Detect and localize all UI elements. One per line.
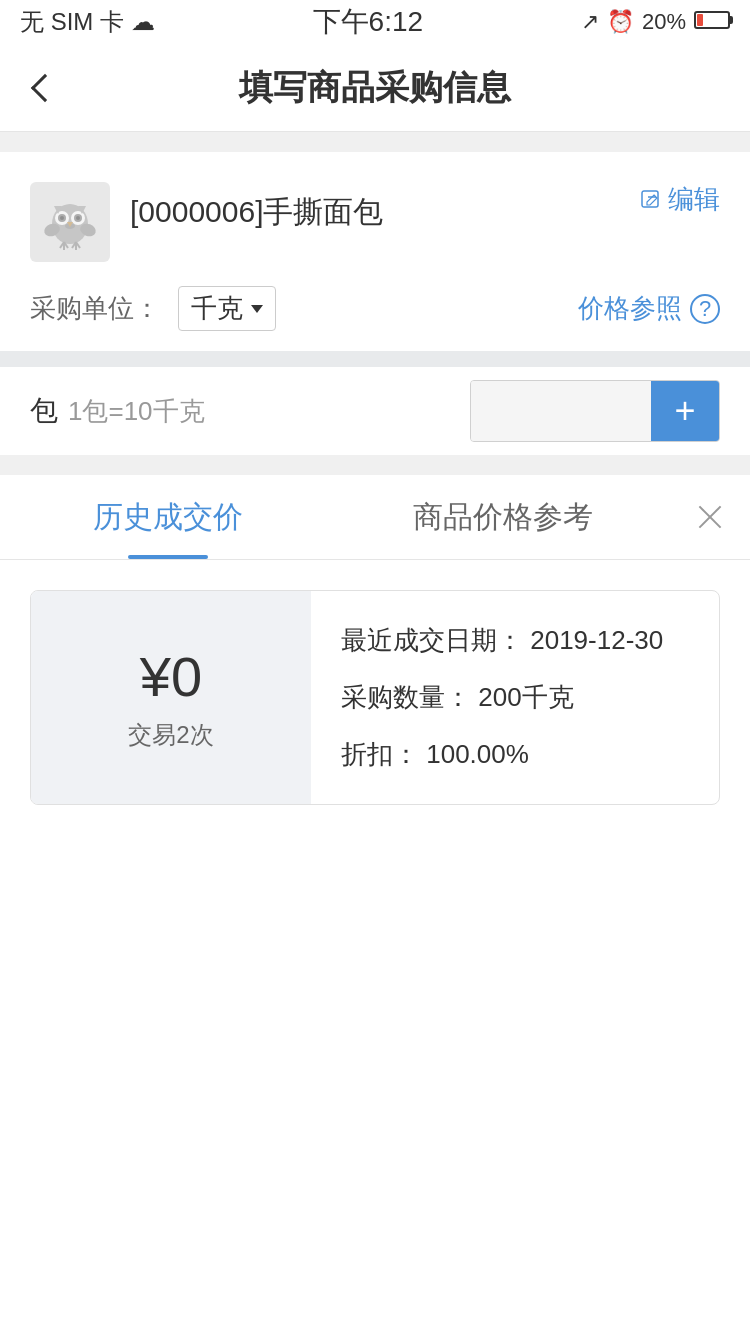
status-time: 下午6:12 [313, 3, 424, 41]
price-card: ¥0 交易2次 最近成交日期： 2019-12-30 采购数量： 200千克 折… [30, 590, 720, 805]
page-title: 填写商品采购信息 [239, 65, 511, 111]
battery-percent: 20% [642, 9, 686, 35]
price-right-panel: 最近成交日期： 2019-12-30 采购数量： 200千克 折扣： 100.0… [311, 591, 719, 804]
unit-container: 采购单位： 千克 [30, 286, 276, 331]
price-reference-button[interactable]: 价格参照 ? [578, 291, 720, 326]
main-content [0, 835, 750, 1334]
tab-price-ref-label: 商品价格参考 [413, 497, 593, 538]
quantity-row: 包 1包=10千克 0 + [0, 367, 750, 455]
tabs-close-button[interactable] [670, 475, 750, 559]
battery-icon [694, 9, 730, 35]
edit-icon [640, 189, 662, 211]
sim-text: 无 SIM 卡 ☁ [20, 6, 155, 38]
back-arrow-icon [31, 73, 59, 101]
unit-label: 采购单位： [30, 293, 160, 323]
product-section: [0000006]手撕面包 编辑 采购单位： 千克 价格参照 ? [0, 152, 750, 351]
back-button[interactable] [0, 44, 80, 132]
discount-row: 折扣： 100.00% [341, 735, 689, 774]
tabs-header: 历史成交价 商品价格参考 [0, 475, 750, 560]
edit-button[interactable]: 编辑 [640, 182, 720, 217]
package-conversion-text: 1包=10千克 [68, 394, 205, 429]
product-thumbnail [30, 182, 110, 262]
price-currency: ¥ [140, 645, 171, 708]
quantity-label: 包 1包=10千克 [30, 392, 205, 430]
package-unit-label: 包 [30, 392, 58, 430]
recent-date-label: 最近成交日期： [341, 625, 523, 655]
recent-date-row: 最近成交日期： 2019-12-30 [341, 621, 689, 660]
price-value: ¥0 [140, 644, 202, 709]
product-header: [0000006]手撕面包 编辑 [30, 182, 720, 262]
location-icon: ↗ [581, 9, 599, 35]
section-divider [0, 351, 750, 367]
edit-label: 编辑 [668, 182, 720, 217]
price-ref-label: 价格参照 [578, 291, 682, 326]
quantity-plus-button[interactable]: + [651, 381, 719, 441]
unit-value: 千克 [191, 291, 243, 326]
unit-dropdown-arrow-icon [251, 305, 263, 313]
status-right: ↗ ⏰ 20% [581, 9, 730, 35]
tab-history-price[interactable]: 历史成交价 [0, 475, 335, 559]
discount-label: 折扣： [341, 739, 419, 769]
product-footer: 采购单位： 千克 价格参照 ? [30, 286, 720, 331]
question-icon: ? [690, 294, 720, 324]
quantity-control: 0 + [470, 380, 720, 442]
close-icon [695, 502, 725, 532]
svg-point-5 [60, 216, 64, 220]
quantity-input[interactable]: 0 [471, 381, 651, 441]
tabs-section: 历史成交价 商品价格参考 ¥0 交易2次 最近成交日期： 2019-12-30 [0, 475, 750, 835]
product-thumbnail-icon [40, 192, 100, 252]
quantity-detail-value: 200千克 [478, 682, 573, 712]
nav-bar: 填写商品采购信息 [0, 44, 750, 132]
discount-value: 100.00% [426, 739, 529, 769]
quantity-detail-label: 采购数量： [341, 682, 471, 712]
tab-history-label: 历史成交价 [93, 497, 243, 538]
price-card-area: ¥0 交易2次 最近成交日期： 2019-12-30 采购数量： 200千克 折… [0, 560, 750, 835]
tab-price-reference[interactable]: 商品价格参考 [335, 475, 670, 559]
trade-count: 交易2次 [128, 719, 213, 751]
recent-date-value: 2019-12-30 [530, 625, 663, 655]
price-amount: 0 [171, 645, 202, 708]
quantity-detail-row: 采购数量： 200千克 [341, 678, 689, 717]
status-left: 无 SIM 卡 ☁ [20, 6, 155, 38]
product-left: [0000006]手撕面包 [30, 182, 383, 262]
product-name: [0000006]手撕面包 [130, 182, 383, 233]
status-bar: 无 SIM 卡 ☁ 下午6:12 ↗ ⏰ 20% [0, 0, 750, 44]
svg-point-6 [76, 216, 80, 220]
unit-selector[interactable]: 千克 [178, 286, 276, 331]
price-left-panel: ¥0 交易2次 [31, 591, 311, 804]
alarm-icon: ⏰ [607, 9, 634, 35]
